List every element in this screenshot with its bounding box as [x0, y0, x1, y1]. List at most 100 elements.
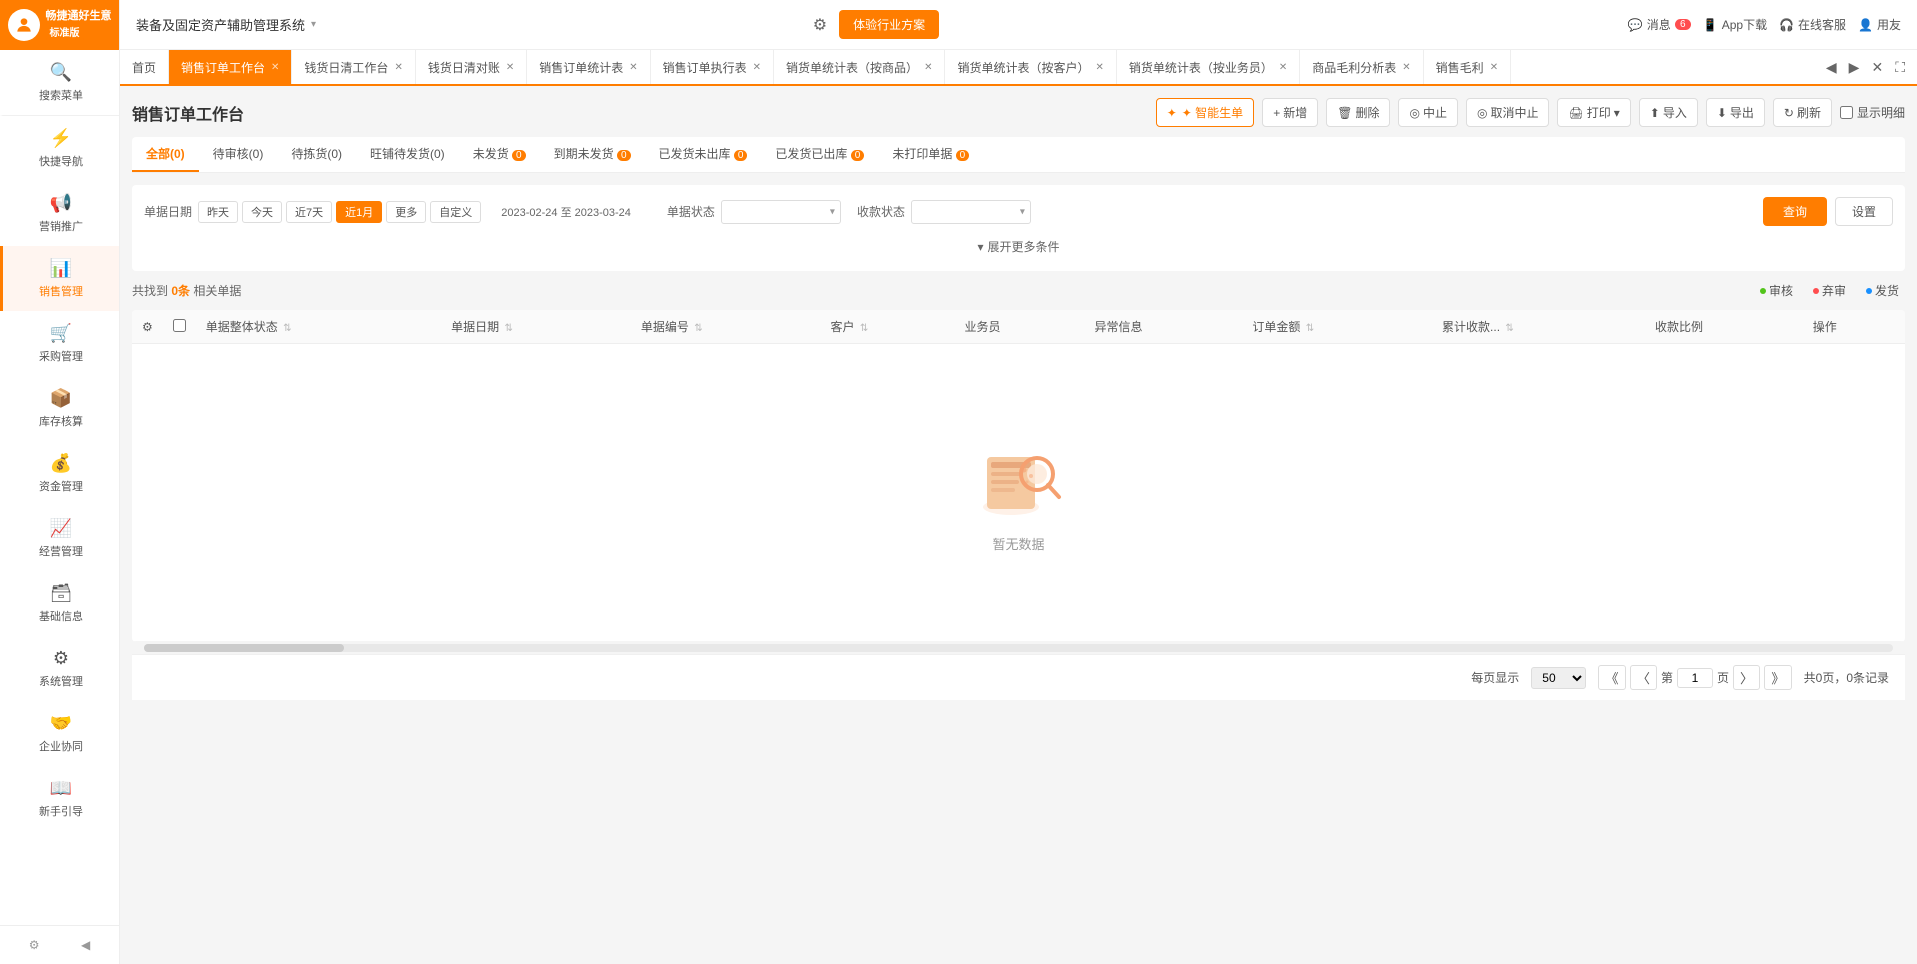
- sidebar-item-basic[interactable]: 🗃 基础信息: [0, 571, 119, 636]
- sidebar-item-finance[interactable]: 💰 资金管理: [0, 441, 119, 506]
- tab-sales-stat[interactable]: 销售订单统计表 ✕: [527, 50, 650, 85]
- topbar-dropdown-arrow[interactable]: ▾: [311, 19, 316, 30]
- tab-close-icon-7[interactable]: ✕: [1095, 62, 1103, 73]
- tab-cash-daily-workbench[interactable]: 钱货日清工作台 ✕: [292, 50, 415, 85]
- tab-home[interactable]: 首页: [120, 50, 169, 85]
- ship-action-btn[interactable]: 发货: [1860, 279, 1905, 302]
- tab-next-btn[interactable]: ▶: [1845, 57, 1864, 78]
- tab-sales-exec[interactable]: 销售订单执行表 ✕: [651, 50, 774, 85]
- add-button[interactable]: + 新增: [1262, 98, 1318, 127]
- tab-close-icon-2[interactable]: ✕: [394, 62, 402, 73]
- sidebar-item-search[interactable]: 🔍 搜索菜单: [0, 50, 119, 116]
- tab-margin-analysis[interactable]: 商品毛利分析表 ✕: [1300, 50, 1423, 85]
- sidebar-item-purchase[interactable]: 🛒 采购管理: [0, 311, 119, 376]
- page-size-select[interactable]: 50 10 20 100: [1531, 667, 1586, 689]
- print-button[interactable]: 🖨 打印 ▾: [1557, 98, 1630, 127]
- tab-close-icon-8[interactable]: ✕: [1279, 62, 1287, 73]
- smart-generate-button[interactable]: ✦ ✦ 智能生单: [1156, 98, 1254, 127]
- filter-payment-select[interactable]: [911, 200, 1031, 224]
- date-btn-more[interactable]: 更多: [386, 201, 426, 223]
- sidebar-item-inventory[interactable]: 📦 库存核算: [0, 376, 119, 441]
- sidebar-item-quick-nav[interactable]: ⚡ 快捷导航: [0, 116, 119, 181]
- topbar-user-btn[interactable]: 👤 用友: [1858, 16, 1901, 33]
- date-btn-custom[interactable]: 自定义: [430, 201, 481, 223]
- sidebar-item-guide[interactable]: 📖 新手引导: [0, 766, 119, 831]
- tab-close-icon-3[interactable]: ✕: [506, 62, 514, 73]
- filter-tab-shipped-not-out[interactable]: 已发货未出库 0: [645, 137, 762, 172]
- tab-close-icon-6[interactable]: ✕: [924, 62, 932, 73]
- query-button[interactable]: 查询: [1763, 197, 1827, 226]
- tab-home-label: 首页: [132, 59, 156, 76]
- select-all-checkbox[interactable]: [173, 319, 186, 332]
- tab-close-icon-4[interactable]: ✕: [629, 62, 637, 73]
- tab-close-icon-9[interactable]: ✕: [1402, 62, 1410, 73]
- expand-more-btn[interactable]: ▾ 展开更多条件: [969, 234, 1067, 259]
- filter-tab-all[interactable]: 全部(0): [132, 137, 199, 172]
- filter-tab-pending-review[interactable]: 待审核(0): [199, 137, 278, 172]
- import-button[interactable]: ⬆ 导入: [1639, 98, 1698, 127]
- scrollbar-thumb[interactable]: [144, 644, 344, 652]
- date-btn-today[interactable]: 今天: [242, 201, 282, 223]
- tab-sales-by-staff[interactable]: 销货单统计表（按业务员） ✕: [1117, 50, 1300, 85]
- topbar-message-btn[interactable]: 💬 消息 6: [1628, 16, 1691, 33]
- sidebar-item-system[interactable]: ⚙ 系统管理: [0, 636, 119, 701]
- next-page-btn[interactable]: 〉: [1733, 665, 1760, 690]
- filter-tab-unshipped[interactable]: 未发货 0: [459, 137, 540, 172]
- sort-icon-amount[interactable]: ⇅: [1306, 323, 1314, 334]
- tab-close-all-btn[interactable]: ✕: [1867, 57, 1887, 78]
- refresh-button[interactable]: ↻ 刷新: [1773, 98, 1832, 127]
- date-btn-7days[interactable]: 近7天: [286, 201, 332, 223]
- show-detail-checkbox-label[interactable]: 显示明细: [1840, 104, 1905, 121]
- date-btn-1month[interactable]: 近1月: [336, 201, 382, 223]
- topbar-settings-icon[interactable]: ⚙: [813, 15, 827, 35]
- sidebar-item-operation[interactable]: 📈 经营管理: [0, 506, 119, 571]
- tab-sales-by-customer[interactable]: 销货单统计表（按客户） ✕: [945, 50, 1116, 85]
- sidebar-item-sales[interactable]: 📊 销售管理: [0, 246, 119, 311]
- filter-tab-pending-pick[interactable]: 待拣货(0): [277, 137, 356, 172]
- tab-sales-order-workbench[interactable]: 销售订单工作台 ✕: [169, 50, 292, 85]
- date-btn-yesterday[interactable]: 昨天: [198, 201, 238, 223]
- topbar-onlineservice-btn[interactable]: 🎧 在线客服: [1779, 16, 1846, 33]
- export-button[interactable]: ⬇ 导出: [1706, 98, 1765, 127]
- sort-icon-customer[interactable]: ⇅: [860, 323, 868, 334]
- topbar-appdownload-btn[interactable]: 📱 App下载: [1703, 16, 1767, 33]
- horizontal-scrollbar[interactable]: [144, 642, 1893, 654]
- tab-fullscreen-btn[interactable]: ⛶: [1891, 57, 1909, 78]
- tab-prev-btn[interactable]: ◀: [1822, 57, 1841, 78]
- tab-close-icon[interactable]: ✕: [271, 62, 279, 73]
- sort-icon-date[interactable]: ⇅: [505, 323, 513, 334]
- cancel-stop-icon: ◎: [1477, 106, 1487, 120]
- sort-icon-status[interactable]: ⇅: [283, 323, 291, 334]
- tab-sales-by-product[interactable]: 销货单统计表（按商品） ✕: [774, 50, 945, 85]
- set-button[interactable]: 设置: [1835, 197, 1893, 226]
- tab-close-icon-10[interactable]: ✕: [1490, 62, 1498, 73]
- stop-button[interactable]: ◎ 中止: [1398, 98, 1458, 127]
- cancel-stop-button[interactable]: ◎ 取消中止: [1466, 98, 1550, 127]
- first-page-btn[interactable]: 《: [1598, 665, 1625, 690]
- sidebar-item-enterprise[interactable]: 🤝 企业协同: [0, 701, 119, 766]
- page-number-input[interactable]: [1677, 668, 1713, 688]
- sidebar-collapse-btn[interactable]: ◀: [77, 934, 94, 956]
- filter-tab-wangpu-pending[interactable]: 旺铺待发货(0): [356, 137, 459, 172]
- filter-status-select[interactable]: [721, 200, 841, 224]
- topbar-cta-button[interactable]: 体验行业方案: [839, 10, 939, 39]
- sort-icon-no[interactable]: ⇅: [694, 323, 702, 334]
- show-detail-checkbox[interactable]: [1840, 106, 1853, 119]
- last-page-btn[interactable]: 》: [1764, 665, 1791, 690]
- cancel-review-action-btn[interactable]: 弃审: [1807, 279, 1852, 302]
- th-customer: 客户 ⇅: [821, 310, 955, 344]
- prev-page-btn[interactable]: 〈: [1630, 665, 1657, 690]
- sidebar-settings-btn[interactable]: ⚙: [25, 934, 44, 956]
- sort-icon-payment[interactable]: ⇅: [1505, 323, 1513, 334]
- delete-button[interactable]: 🗑 删除: [1326, 98, 1390, 127]
- filter-tab-shipped-out[interactable]: 已发货已出库 0: [761, 137, 878, 172]
- sidebar-item-marketing[interactable]: 📢 营销推广: [0, 181, 119, 246]
- tab-cash-reconcile[interactable]: 钱货日清对账 ✕: [416, 50, 527, 85]
- review-action-btn[interactable]: 审核: [1754, 279, 1799, 302]
- tab-close-icon-5[interactable]: ✕: [753, 62, 761, 73]
- th-checkbox[interactable]: [163, 310, 196, 344]
- th-settings[interactable]: ⚙: [132, 310, 163, 344]
- filter-tab-overdue-unshipped[interactable]: 到期未发货 0: [540, 137, 645, 172]
- filter-tab-unprinted[interactable]: 未打印单据 0: [878, 137, 983, 172]
- tab-sales-margin[interactable]: 销售毛利 ✕: [1424, 50, 1511, 85]
